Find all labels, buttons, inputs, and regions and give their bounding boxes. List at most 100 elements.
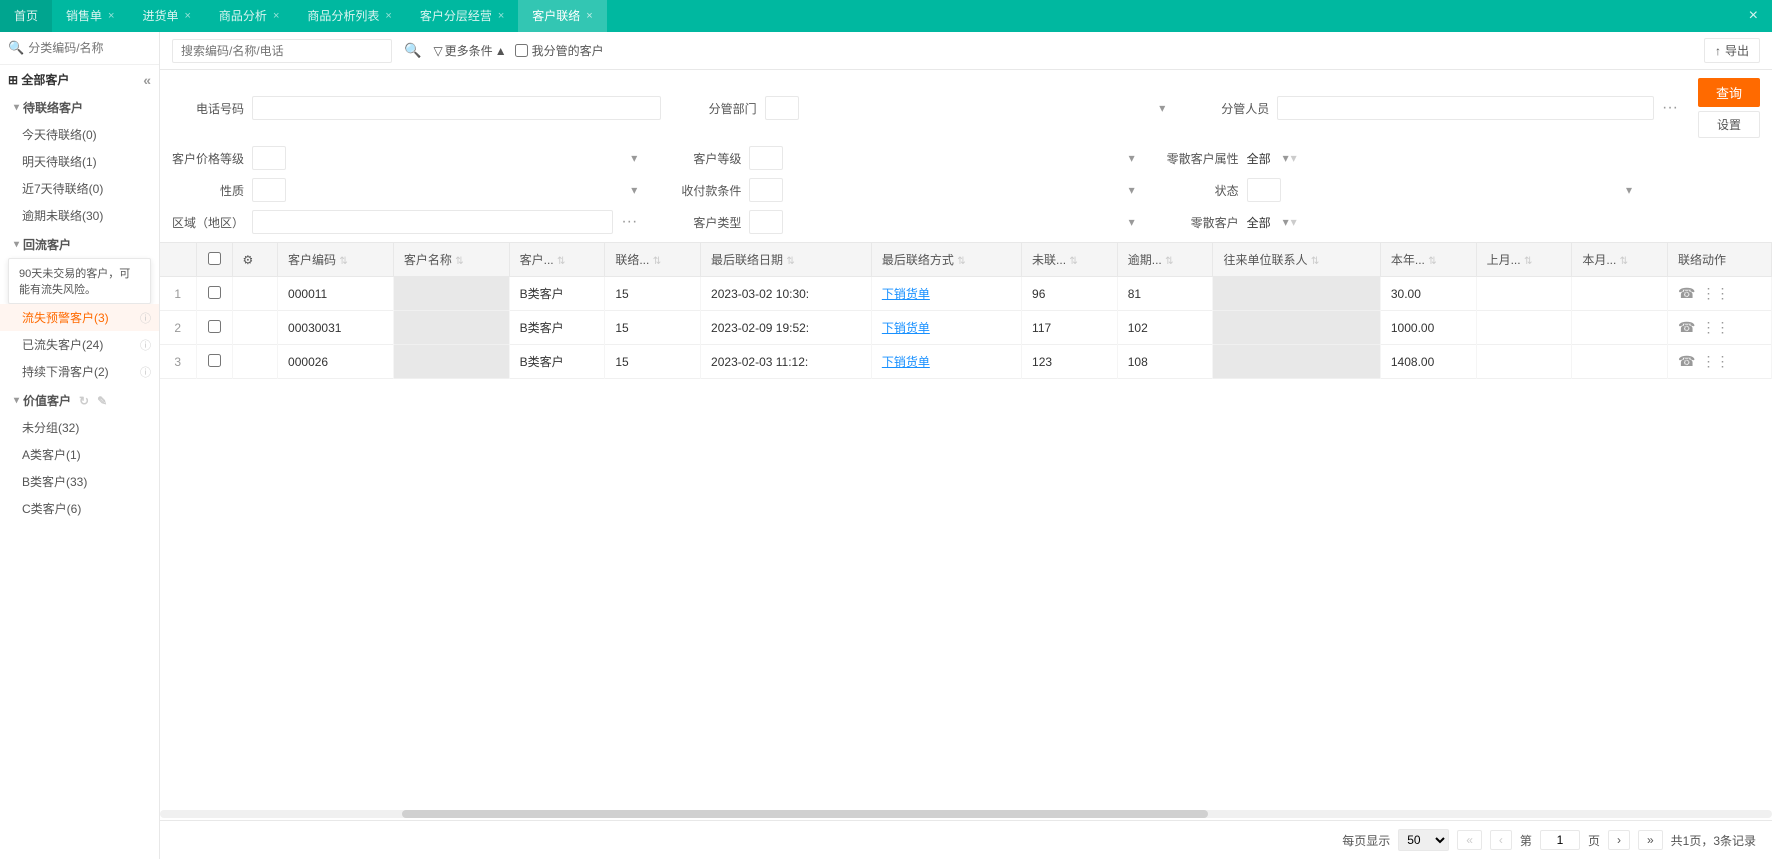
scroll-thumb[interactable] bbox=[402, 810, 1208, 818]
row-checkbox[interactable] bbox=[208, 354, 221, 367]
sidebar-item-7days-pending[interactable]: 近7天待联络(0) bbox=[0, 175, 159, 202]
col-last-month[interactable]: 上月... ⇅ bbox=[1476, 243, 1572, 277]
close-customer-tiered-icon[interactable]: × bbox=[498, 0, 504, 32]
region-input[interactable] bbox=[252, 210, 613, 234]
first-page-button[interactable]: « bbox=[1457, 830, 1482, 850]
my-customers-check[interactable] bbox=[515, 44, 528, 57]
horizontal-scrollbar[interactable] bbox=[160, 808, 1772, 820]
close-all-tabs-button[interactable]: × bbox=[1735, 7, 1772, 25]
close-sales-icon[interactable]: × bbox=[108, 0, 114, 32]
sidebar-collapse-icon[interactable]: « bbox=[143, 72, 151, 88]
tab-product-analysis[interactable]: 商品分析 × bbox=[205, 0, 293, 32]
more-conditions-button[interactable]: ▽ 更多条件 ▲ bbox=[433, 42, 506, 59]
contact-way-link[interactable]: 下销货单 bbox=[882, 355, 930, 369]
col-customer-code[interactable]: 客户编码 ⇅ bbox=[278, 243, 394, 277]
row-checkbox-cell[interactable] bbox=[196, 345, 232, 379]
current-page-input[interactable] bbox=[1540, 830, 1580, 850]
sidebar-item-class-a[interactable]: A类客户(1) bbox=[0, 441, 159, 468]
tab-product-analysis-list[interactable]: 商品分析列表 × bbox=[293, 0, 405, 32]
sidebar-item-class-c[interactable]: C类客户(6) bbox=[0, 495, 159, 522]
contact-action-icon[interactable]: ☎ bbox=[1678, 319, 1695, 336]
tab-customer-contact[interactable]: 客户联络 × bbox=[518, 0, 606, 32]
sort-icon-name: ⇅ bbox=[455, 256, 463, 267]
contact-way-link[interactable]: 下销货单 bbox=[882, 321, 930, 335]
col-last-contact-date[interactable]: 最后联络日期 ⇅ bbox=[701, 243, 872, 277]
row-last-contact-way[interactable]: 下销货单 bbox=[871, 345, 1021, 379]
col-this-year[interactable]: 本年... ⇅ bbox=[1380, 243, 1476, 277]
row-last-contact-way[interactable]: 下销货单 bbox=[871, 277, 1021, 311]
dept-select[interactable] bbox=[765, 96, 799, 120]
sidebar-item-tomorrow-pending[interactable]: 明天待联络(1) bbox=[0, 148, 159, 175]
col-action: 联络动作 bbox=[1668, 243, 1772, 277]
sidebar-all-customers[interactable]: ⊞ 全部客户 « bbox=[0, 65, 159, 94]
my-customers-checkbox[interactable]: 我分管的客户 bbox=[515, 42, 604, 59]
contact-action-icon[interactable]: ☎ bbox=[1678, 285, 1695, 302]
tab-home[interactable]: 首页 bbox=[0, 0, 52, 32]
query-button[interactable]: 查询 bbox=[1698, 78, 1760, 107]
sidebar-group-returning-title[interactable]: ▾ 回流客户 bbox=[0, 231, 159, 258]
more-action-icon[interactable]: ⋮⋮ bbox=[1701, 319, 1729, 336]
col-settings[interactable]: ⚙ bbox=[232, 243, 278, 277]
more-action-icon[interactable]: ⋮⋮ bbox=[1701, 353, 1729, 370]
sidebar-items: ▾ 待联络客户 今天待联络(0) 明天待联络(1) 近7天待联络(0) 逾期未联… bbox=[0, 94, 159, 859]
sidebar-item-overdue-contact[interactable]: 逾期未联络(30) bbox=[0, 202, 159, 229]
tab-sales[interactable]: 销售单 × bbox=[52, 0, 128, 32]
col-contact[interactable]: 联络... ⇅ bbox=[605, 243, 701, 277]
row-checkbox[interactable] bbox=[208, 320, 221, 333]
row-unit-contact bbox=[1213, 345, 1380, 379]
sidebar-item-churned[interactable]: 已流失客户(24) ⓘ bbox=[0, 331, 159, 358]
edit-icon[interactable]: ✎ bbox=[97, 394, 107, 408]
main-search-input[interactable] bbox=[172, 39, 392, 63]
row-checkbox-cell[interactable] bbox=[196, 277, 232, 311]
sidebar-group-value-title[interactable]: ▾ 价值客户 ↻ ✎ bbox=[0, 387, 159, 414]
col-uncontacted[interactable]: 未联... ⇅ bbox=[1022, 243, 1118, 277]
sort-icon-last-month: ⇅ bbox=[1524, 256, 1532, 267]
export-button[interactable]: ↑ 导出 bbox=[1704, 38, 1760, 63]
tab-purchase[interactable]: 进货单 × bbox=[128, 0, 204, 32]
next-page-button[interactable]: › bbox=[1608, 830, 1630, 850]
sidebar-group-pending-title[interactable]: ▾ 待联络客户 bbox=[0, 94, 159, 121]
contact-action-icon[interactable]: ☎ bbox=[1678, 353, 1695, 370]
phone-input[interactable] bbox=[252, 96, 661, 120]
col-unit-contact[interactable]: 往来单位联系人 ⇅ bbox=[1213, 243, 1380, 277]
nature-select[interactable] bbox=[252, 178, 286, 202]
region-more-icon[interactable]: ··· bbox=[613, 213, 645, 231]
col-checkbox[interactable] bbox=[196, 243, 232, 277]
close-purchase-icon[interactable]: × bbox=[184, 0, 190, 32]
col-customer-name[interactable]: 客户名称 ⇅ bbox=[393, 243, 509, 277]
contact-way-link[interactable]: 下销货单 bbox=[882, 287, 930, 301]
sidebar-search-input[interactable] bbox=[28, 41, 160, 55]
more-action-icon[interactable]: ⋮⋮ bbox=[1701, 285, 1729, 302]
page-size-select[interactable]: 50 100 200 bbox=[1398, 829, 1449, 851]
sidebar-item-churn-warning[interactable]: 流失预警客户(3) ⓘ bbox=[0, 304, 159, 331]
main-search-button[interactable]: 🔍 bbox=[400, 42, 425, 59]
col-this-month[interactable]: 本月... ⇅ bbox=[1572, 243, 1668, 277]
settings-icon[interactable]: ⚙ bbox=[243, 253, 254, 267]
sidebar-item-class-b[interactable]: B类客户(33) bbox=[0, 468, 159, 495]
price-level-select[interactable] bbox=[252, 146, 286, 170]
close-product-analysis-list-icon[interactable]: × bbox=[385, 0, 391, 32]
prev-page-button[interactable]: ‹ bbox=[1490, 830, 1512, 850]
col-last-contact-way[interactable]: 最后联络方式 ⇅ bbox=[871, 243, 1021, 277]
status-select[interactable] bbox=[1247, 178, 1281, 202]
customer-level-select[interactable] bbox=[749, 146, 783, 170]
customer-type-select[interactable] bbox=[749, 210, 783, 234]
manager-more-icon[interactable]: ··· bbox=[1654, 99, 1686, 117]
row-checkbox[interactable] bbox=[208, 286, 221, 299]
col-customer-type[interactable]: 客户... ⇅ bbox=[509, 243, 605, 277]
row-checkbox-cell[interactable] bbox=[196, 311, 232, 345]
manager-input[interactable] bbox=[1277, 96, 1654, 120]
last-page-button[interactable]: » bbox=[1638, 830, 1663, 850]
select-all-checkbox[interactable] bbox=[208, 252, 221, 265]
close-customer-contact-icon[interactable]: × bbox=[586, 0, 592, 32]
sidebar-item-declining[interactable]: 持续下滑客户(2) ⓘ bbox=[0, 358, 159, 385]
col-overdue[interactable]: 逾期... ⇅ bbox=[1117, 243, 1213, 277]
row-last-contact-way[interactable]: 下销货单 bbox=[871, 311, 1021, 345]
settings-button[interactable]: 设置 bbox=[1698, 111, 1760, 138]
close-product-analysis-icon[interactable]: × bbox=[273, 0, 279, 32]
tab-customer-tiered[interactable]: 客户分层经营 × bbox=[406, 0, 518, 32]
payment-select[interactable] bbox=[749, 178, 783, 202]
sidebar-item-today-pending[interactable]: 今天待联络(0) bbox=[0, 121, 159, 148]
sidebar-item-unclassified[interactable]: 未分组(32) bbox=[0, 414, 159, 441]
refresh-icon[interactable]: ↻ bbox=[79, 394, 89, 408]
